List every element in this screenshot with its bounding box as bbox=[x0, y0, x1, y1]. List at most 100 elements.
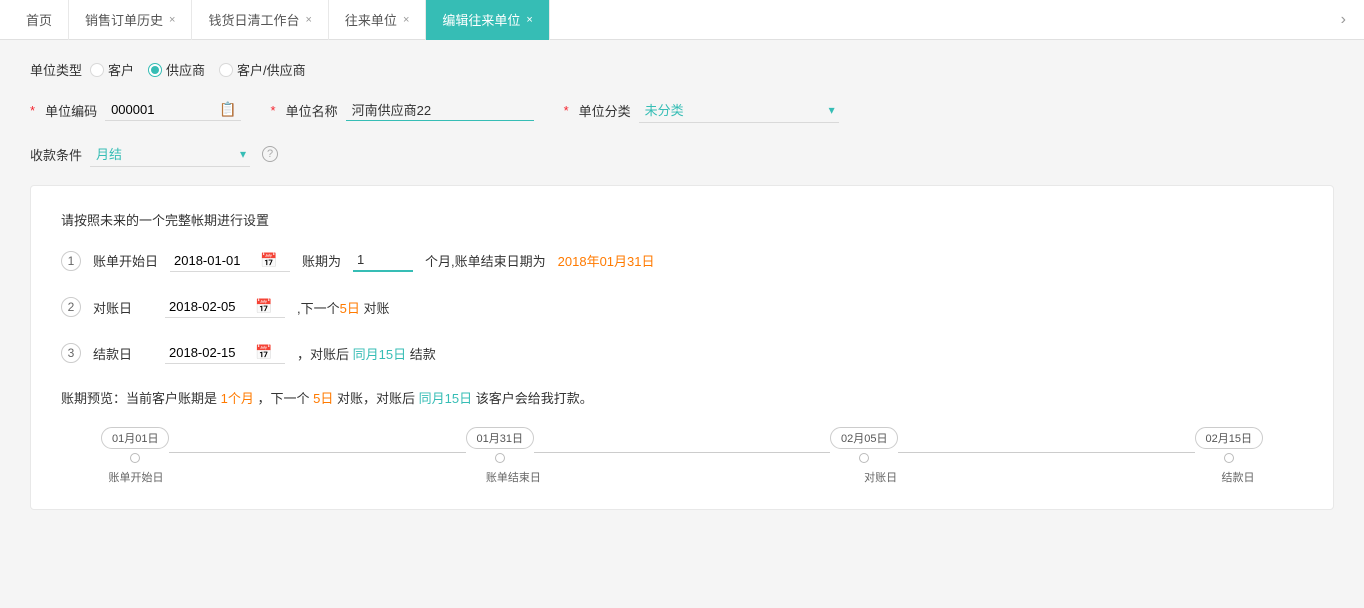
preview-highlight3: 同月15日 bbox=[419, 391, 472, 406]
tl-badge-2: 01月31日 bbox=[466, 427, 534, 449]
settings-title: 请按照未来的一个完整帐期进行设置 bbox=[61, 210, 1303, 229]
tab-sales-order-history-label: 销售订单历史 bbox=[85, 10, 163, 29]
calendar-icon-2[interactable]: 📅 bbox=[255, 298, 272, 315]
close-icon[interactable]: × bbox=[169, 14, 175, 26]
unit-category-value: 未分类 bbox=[639, 97, 825, 122]
page-content: 单位类型 客户 供应商 客户/供应商 * 单位编码 bbox=[0, 40, 1364, 608]
period-input[interactable] bbox=[353, 249, 413, 272]
timeline-labels: 账单开始日 账单结束日 对账日 结款日 bbox=[71, 469, 1293, 485]
preview-highlight2: 5日 bbox=[313, 391, 333, 406]
step-row-2: 2 对账日 📅 ,下一个5日 对账 bbox=[61, 296, 1303, 318]
preview-mid2: 对账，对账后 bbox=[337, 391, 415, 406]
tl-line-1 bbox=[169, 452, 465, 453]
radio-customer-supplier[interactable]: 客户/供应商 bbox=[219, 60, 306, 79]
radio-supplier[interactable]: 供应商 bbox=[148, 60, 205, 79]
tl-label-2: 账单结束日 bbox=[478, 469, 548, 485]
tl-node-3: 02月05日 bbox=[830, 427, 898, 463]
close-icon[interactable]: × bbox=[403, 14, 409, 26]
tab-edit-partner-unit[interactable]: 编辑往来单位 × bbox=[426, 0, 549, 40]
unit-name-field: * 单位名称 bbox=[271, 99, 534, 121]
tl-line-3 bbox=[898, 452, 1194, 453]
tabs-expand-icon[interactable]: › bbox=[1333, 11, 1354, 29]
tab-sales-order-history[interactable]: 销售订单历史 × bbox=[69, 0, 192, 40]
help-icon[interactable]: ? bbox=[262, 146, 278, 162]
radio-customer[interactable]: 客户 bbox=[90, 60, 134, 79]
unit-category-field: * 单位分类 未分类 ▾ bbox=[564, 97, 839, 123]
close-icon[interactable]: × bbox=[305, 14, 311, 26]
tl-label-4: 结款日 bbox=[1213, 469, 1263, 485]
required-star-name: * bbox=[271, 103, 276, 118]
unit-info-row: * 单位编码 📋 * 单位名称 * 单位分类 未分类 ▾ bbox=[30, 97, 1334, 123]
preview-text: 账期预览：当前客户账期是 1个月 ，下一个 5日 对账，对账后 同月15日 该客… bbox=[61, 388, 1303, 407]
tl-badge-3: 02月05日 bbox=[830, 427, 898, 449]
step1-end-date: 2018年01月31日 bbox=[558, 251, 655, 270]
step-label-3: 结款日 bbox=[93, 344, 153, 363]
step1-period-prefix: 账期为 bbox=[302, 251, 341, 270]
payment-terms-select[interactable]: 月结 ▾ bbox=[90, 141, 250, 167]
tabs-bar: 首页 销售订单历史 × 钱货日清工作台 × 往来单位 × 编辑往来单位 × › bbox=[0, 0, 1364, 40]
tab-home[interactable]: 首页 bbox=[10, 0, 69, 40]
step-label-1: 账单开始日 bbox=[93, 251, 158, 270]
unit-code-input-wrapper: 📋 bbox=[105, 99, 240, 121]
tl-node-4: 02月15日 bbox=[1195, 427, 1263, 463]
close-icon[interactable]: × bbox=[526, 14, 532, 26]
step-num-3: 3 bbox=[61, 343, 81, 363]
preview-prefix: 账期预览：当前客户账期是 bbox=[61, 391, 217, 406]
chevron-down-icon[interactable]: ▾ bbox=[825, 103, 839, 117]
tab-home-label: 首页 bbox=[26, 10, 52, 29]
tab-edit-partner-unit-label: 编辑往来单位 bbox=[442, 10, 520, 29]
payment-terms-field: 收款条件 月结 ▾ ? bbox=[30, 141, 278, 167]
unit-category-select[interactable]: 未分类 ▾ bbox=[639, 97, 839, 123]
settings-box: 请按照未来的一个完整帐期进行设置 1 账单开始日 📅 账期为 个月,账单结束日期… bbox=[30, 185, 1334, 510]
radio-circle-customer-supplier bbox=[219, 63, 233, 77]
unit-type-field: 单位类型 客户 供应商 客户/供应商 bbox=[30, 60, 306, 79]
calendar-icon-3[interactable]: 📅 bbox=[255, 344, 272, 361]
calendar-icon-1[interactable]: 📅 bbox=[260, 252, 277, 269]
payment-terms-label: 收款条件 bbox=[30, 145, 82, 164]
step1-date-field[interactable] bbox=[170, 250, 260, 271]
radio-circle-supplier bbox=[148, 63, 162, 77]
step2-date-input: 📅 bbox=[165, 296, 285, 318]
step1-period-suffix: 个月,账单结束日期为 bbox=[425, 251, 546, 270]
preview-mid1: ，下一个 bbox=[258, 391, 310, 406]
tl-dot-1 bbox=[130, 453, 140, 463]
unit-name-label: 单位名称 bbox=[286, 101, 338, 120]
copy-icon[interactable]: 📋 bbox=[215, 101, 240, 118]
unit-code-input[interactable] bbox=[105, 99, 215, 120]
tab-partner-units[interactable]: 往来单位 × bbox=[329, 0, 426, 40]
step1-date-input: 📅 bbox=[170, 250, 290, 272]
step-row-1: 1 账单开始日 📅 账期为 个月,账单结束日期为 2018年01月31日 bbox=[61, 249, 1303, 272]
tab-cash-ledger-label: 钱货日清工作台 bbox=[208, 10, 299, 29]
tab-cash-ledger[interactable]: 钱货日清工作台 × bbox=[192, 0, 328, 40]
step-num-1: 1 bbox=[61, 251, 81, 271]
step2-desc: ,下一个5日 对账 bbox=[297, 298, 389, 317]
step3-date-input: 📅 bbox=[165, 342, 285, 364]
payment-terms-row: 收款条件 月结 ▾ ? bbox=[30, 141, 1334, 167]
timeline-section: 01月01日 01月31日 02月05日 bbox=[61, 427, 1303, 485]
unit-type-row: 单位类型 客户 供应商 客户/供应商 bbox=[30, 60, 1334, 79]
preview-highlight1: 1个月 bbox=[221, 391, 254, 406]
required-star-code: * bbox=[30, 103, 35, 118]
tl-dot-3 bbox=[859, 453, 869, 463]
step-row-3: 3 结款日 📅 ，对账后 同月15日 结款 bbox=[61, 342, 1303, 364]
radio-customer-supplier-label: 客户/供应商 bbox=[237, 60, 306, 79]
tl-node-2: 01月31日 bbox=[466, 427, 534, 463]
tab-partner-units-label: 往来单位 bbox=[345, 10, 397, 29]
unit-code-label: 单位编码 bbox=[45, 101, 97, 120]
chevron-down-icon-terms[interactable]: ▾ bbox=[236, 147, 250, 161]
tl-dot-2 bbox=[495, 453, 505, 463]
tl-line-2 bbox=[534, 452, 830, 453]
tl-label-1: 账单开始日 bbox=[101, 469, 171, 485]
step3-desc: ，对账后 同月15日 结款 bbox=[297, 344, 436, 363]
step-label-2: 对账日 bbox=[93, 298, 153, 317]
unit-code-field: * 单位编码 📋 bbox=[30, 99, 241, 121]
radio-customer-label: 客户 bbox=[108, 60, 134, 79]
step3-date-field[interactable] bbox=[165, 342, 255, 363]
unit-name-input[interactable] bbox=[346, 99, 534, 121]
unit-category-label: 单位分类 bbox=[579, 101, 631, 120]
radio-group: 客户 供应商 客户/供应商 bbox=[90, 60, 306, 79]
tl-badge-4: 02月15日 bbox=[1195, 427, 1263, 449]
preview-suffix: 该客户会给我打款。 bbox=[476, 391, 593, 406]
timeline-top: 01月01日 01月31日 02月05日 bbox=[71, 427, 1293, 463]
step2-date-field[interactable] bbox=[165, 296, 255, 317]
